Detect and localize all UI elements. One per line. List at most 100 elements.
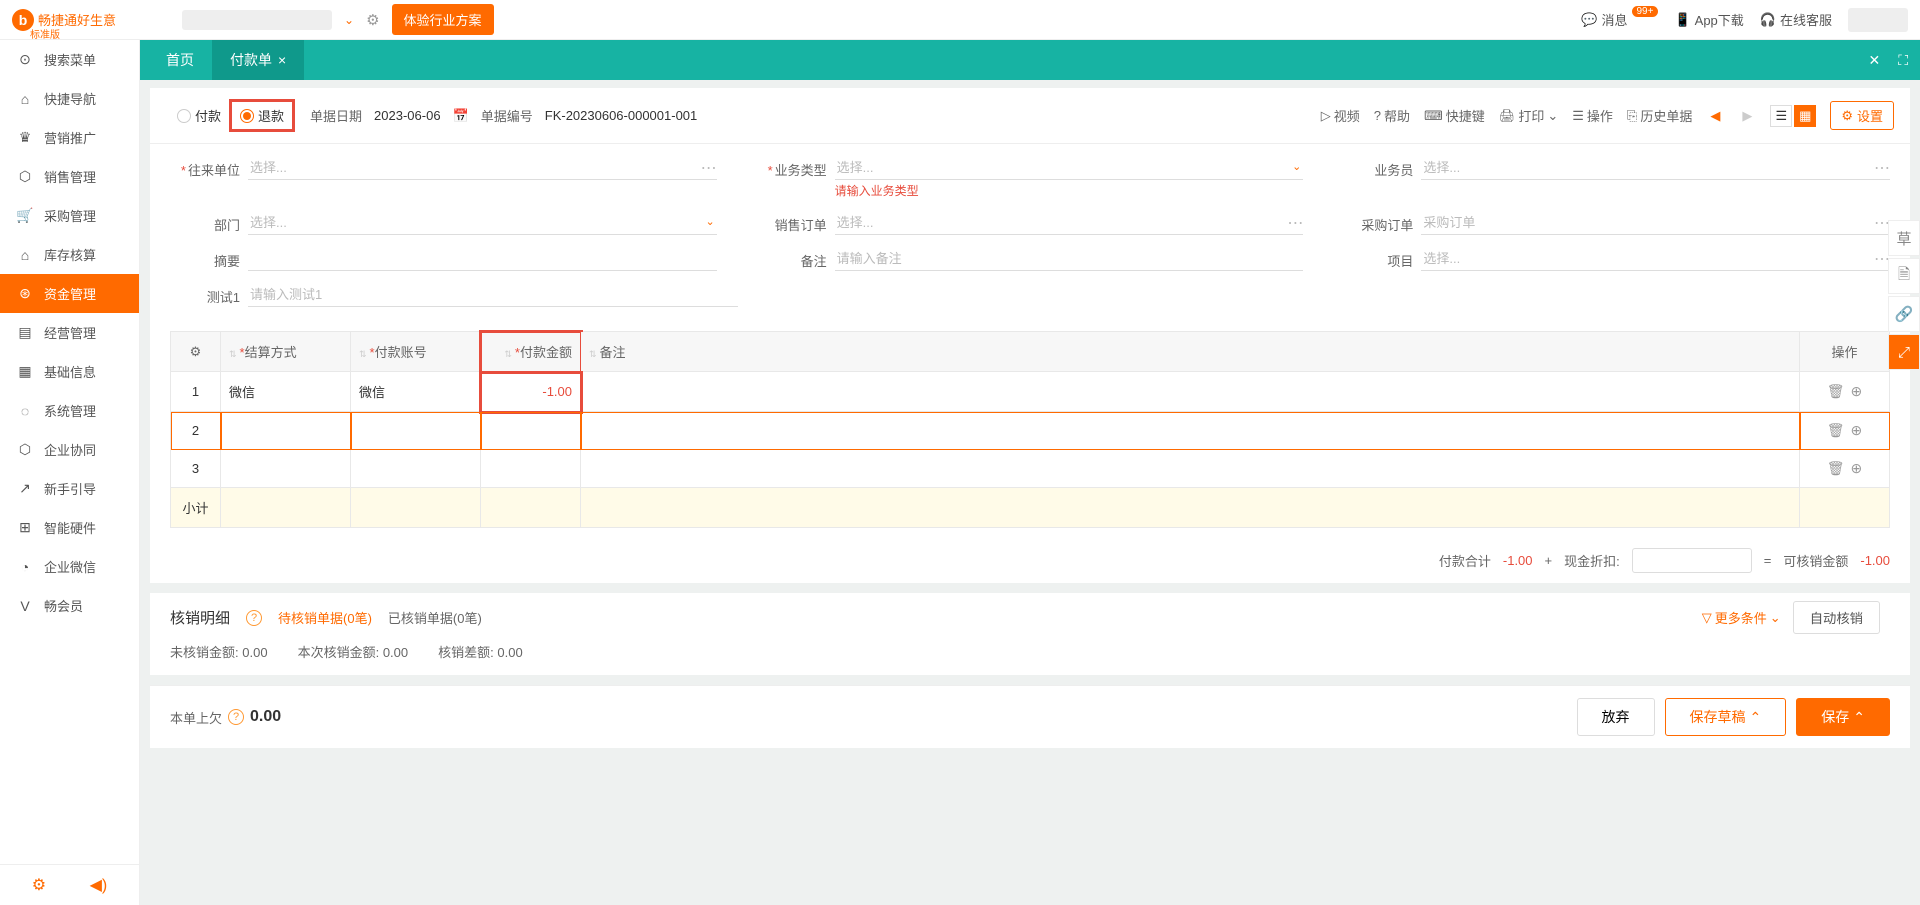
settings-icon[interactable]: ⚙ xyxy=(32,875,46,895)
lookup-icon[interactable]: ⋯ xyxy=(1874,249,1888,269)
lookup-icon[interactable]: ⋯ xyxy=(1874,213,1888,233)
sidebar-item-guide[interactable]: ↗新手引导 xyxy=(0,469,139,508)
dept-input[interactable] xyxy=(248,211,717,235)
sidebar-item-basic[interactable]: ▦基础信息 xyxy=(0,352,139,391)
table-row[interactable]: 3 🗑⊕ xyxy=(171,450,1890,488)
lookup-icon[interactable]: ⋯ xyxy=(1874,158,1888,178)
add-icon[interactable]: ⊕ xyxy=(1851,422,1863,438)
prev-doc-icon[interactable]: ◀ xyxy=(1706,108,1724,124)
tab-home[interactable]: 首页 xyxy=(148,40,212,80)
save-draft-button[interactable]: 保存草稿⌃ xyxy=(1665,698,1787,736)
sidebar-item-business[interactable]: ▤经营管理 xyxy=(0,313,139,352)
cell-account[interactable] xyxy=(351,450,481,488)
sidebar-item-funds[interactable]: ⊛资金管理 xyxy=(0,274,139,313)
cell-account[interactable] xyxy=(351,412,481,450)
shortcut-link[interactable]: ⌨快捷键 xyxy=(1424,106,1485,125)
test1-input[interactable] xyxy=(248,283,738,307)
close-icon[interactable]: × xyxy=(278,52,286,68)
project-input[interactable] xyxy=(1421,247,1890,271)
sidebar-item-search[interactable]: ⊙搜索菜单 xyxy=(0,40,139,79)
print-link[interactable]: 🖨打印⌄ xyxy=(1499,106,1558,125)
tool-doc-icon[interactable]: 🗎 xyxy=(1888,258,1920,294)
video-link[interactable]: ▷视频 xyxy=(1321,106,1360,125)
radio-refund[interactable]: 退款 xyxy=(229,99,295,132)
user-avatar[interactable] xyxy=(1848,8,1908,32)
tool-attach-icon[interactable]: 🔗 xyxy=(1888,296,1920,332)
chevron-down-icon[interactable]: ⌄ xyxy=(705,215,714,228)
remark-input[interactable] xyxy=(835,247,1304,271)
delete-icon[interactable]: 🗑 xyxy=(1827,422,1845,438)
online-service-link[interactable]: 🎧 在线客服 xyxy=(1760,10,1832,29)
cell-amount[interactable] xyxy=(481,412,581,450)
collapse-icon[interactable]: ◀) xyxy=(90,875,108,895)
th-amount[interactable]: ⇅*付款金额 xyxy=(481,332,581,372)
sidebar-item-hardware[interactable]: ⊞智能硬件 xyxy=(0,508,139,547)
lookup-icon[interactable]: ⋯ xyxy=(1287,213,1301,233)
discard-button[interactable]: 放弃 xyxy=(1577,698,1655,736)
tab-done[interactable]: 已核销单据(0笔) xyxy=(388,608,482,627)
auto-verify-button[interactable]: 自动核销 xyxy=(1793,601,1880,634)
operate-link[interactable]: ☰操作 xyxy=(1572,106,1613,125)
cell-settle[interactable] xyxy=(221,412,351,450)
lookup-icon[interactable]: ⋯ xyxy=(701,158,715,178)
info-icon[interactable]: ? xyxy=(228,709,244,725)
add-icon[interactable]: ⊕ xyxy=(1851,383,1863,399)
salesorder-input[interactable] xyxy=(835,211,1304,235)
cell-remark[interactable] xyxy=(581,412,1800,450)
cell-account[interactable]: 微信 xyxy=(351,372,481,412)
cell-amount[interactable]: -1.00 xyxy=(481,372,581,412)
history-link[interactable]: ⎘历史单据 xyxy=(1627,106,1692,125)
sidebar-item-system[interactable]: ◌系统管理 xyxy=(0,391,139,430)
settings-button[interactable]: ⚙设置 xyxy=(1830,101,1894,130)
salesperson-input[interactable] xyxy=(1421,156,1890,180)
more-conditions-link[interactable]: ▽更多条件⌄ xyxy=(1702,608,1781,627)
sidebar-item-quicknav[interactable]: ⌂快捷导航 xyxy=(0,79,139,118)
sidebar-item-wechat[interactable]: ◔企业微信 xyxy=(0,547,139,586)
summary-input[interactable] xyxy=(248,247,717,271)
app-download-link[interactable]: 📱 App下载 xyxy=(1674,10,1743,29)
messages-link[interactable]: 💬 消息 99+ xyxy=(1581,10,1658,29)
save-button[interactable]: 保存⌃ xyxy=(1796,698,1890,736)
tool-expand-icon[interactable]: ⤢ xyxy=(1888,334,1920,370)
next-doc-icon[interactable]: ▶ xyxy=(1738,108,1756,124)
tab-pending[interactable]: 待核销单据(0笔) xyxy=(278,608,372,627)
sidebar-item-purchase[interactable]: 🛒采购管理 xyxy=(0,196,139,235)
cell-settle[interactable] xyxy=(221,450,351,488)
th-remark[interactable]: ⇅备注 xyxy=(581,332,1800,372)
table-row[interactable]: 1 微信 微信 -1.00 🗑⊕ xyxy=(171,372,1890,412)
th-gear[interactable]: ⚙ xyxy=(171,332,221,372)
delete-icon[interactable]: 🗑 xyxy=(1827,460,1845,476)
gear-icon[interactable]: ⚙ xyxy=(366,11,379,29)
cell-remark[interactable] xyxy=(581,450,1800,488)
tool-draft-icon[interactable]: 草 xyxy=(1888,220,1920,256)
sidebar-item-enterprise[interactable]: ⬡企业协同 xyxy=(0,430,139,469)
sidebar-item-inventory[interactable]: ⌂库存核算 xyxy=(0,235,139,274)
th-settle[interactable]: ⇅*结算方式 xyxy=(221,332,351,372)
view-list-icon[interactable]: ☰ xyxy=(1770,105,1792,127)
info-icon[interactable]: ? xyxy=(246,610,262,626)
help-link[interactable]: ?帮助 xyxy=(1374,106,1410,125)
sidebar-item-member[interactable]: V畅会员 xyxy=(0,586,139,625)
chevron-down-icon[interactable]: ⌄ xyxy=(1292,160,1301,173)
chevron-down-icon[interactable]: ⌄ xyxy=(344,13,354,27)
radio-pay[interactable]: 付款 xyxy=(169,99,229,132)
cell-settle[interactable]: 微信 xyxy=(221,372,351,412)
table-row[interactable]: 2 🗑⊕ xyxy=(171,412,1890,450)
add-icon[interactable]: ⊕ xyxy=(1851,460,1863,476)
purchaseorder-input[interactable] xyxy=(1421,211,1890,235)
tab-fullscreen-icon[interactable]: ⛶ xyxy=(1894,48,1912,73)
th-account[interactable]: ⇅*付款账号 xyxy=(351,332,481,372)
biztype-input[interactable] xyxy=(835,156,1304,180)
tab-close-all-icon[interactable]: ✕ xyxy=(1864,48,1884,73)
view-card-icon[interactable]: ▦ xyxy=(1794,105,1816,127)
cash-discount-input[interactable] xyxy=(1632,548,1752,573)
unit-input[interactable] xyxy=(248,156,717,180)
org-selector[interactable] xyxy=(182,10,332,30)
trial-button[interactable]: 体验行业方案 xyxy=(392,4,494,35)
date-value[interactable]: 2023-06-06 xyxy=(374,108,441,123)
sidebar-item-marketing[interactable]: ♛营销推广 xyxy=(0,118,139,157)
sidebar-item-sales[interactable]: ⬡销售管理 xyxy=(0,157,139,196)
tab-payment[interactable]: 付款单 × xyxy=(212,40,304,80)
delete-icon[interactable]: 🗑 xyxy=(1827,383,1845,399)
cell-amount[interactable] xyxy=(481,450,581,488)
